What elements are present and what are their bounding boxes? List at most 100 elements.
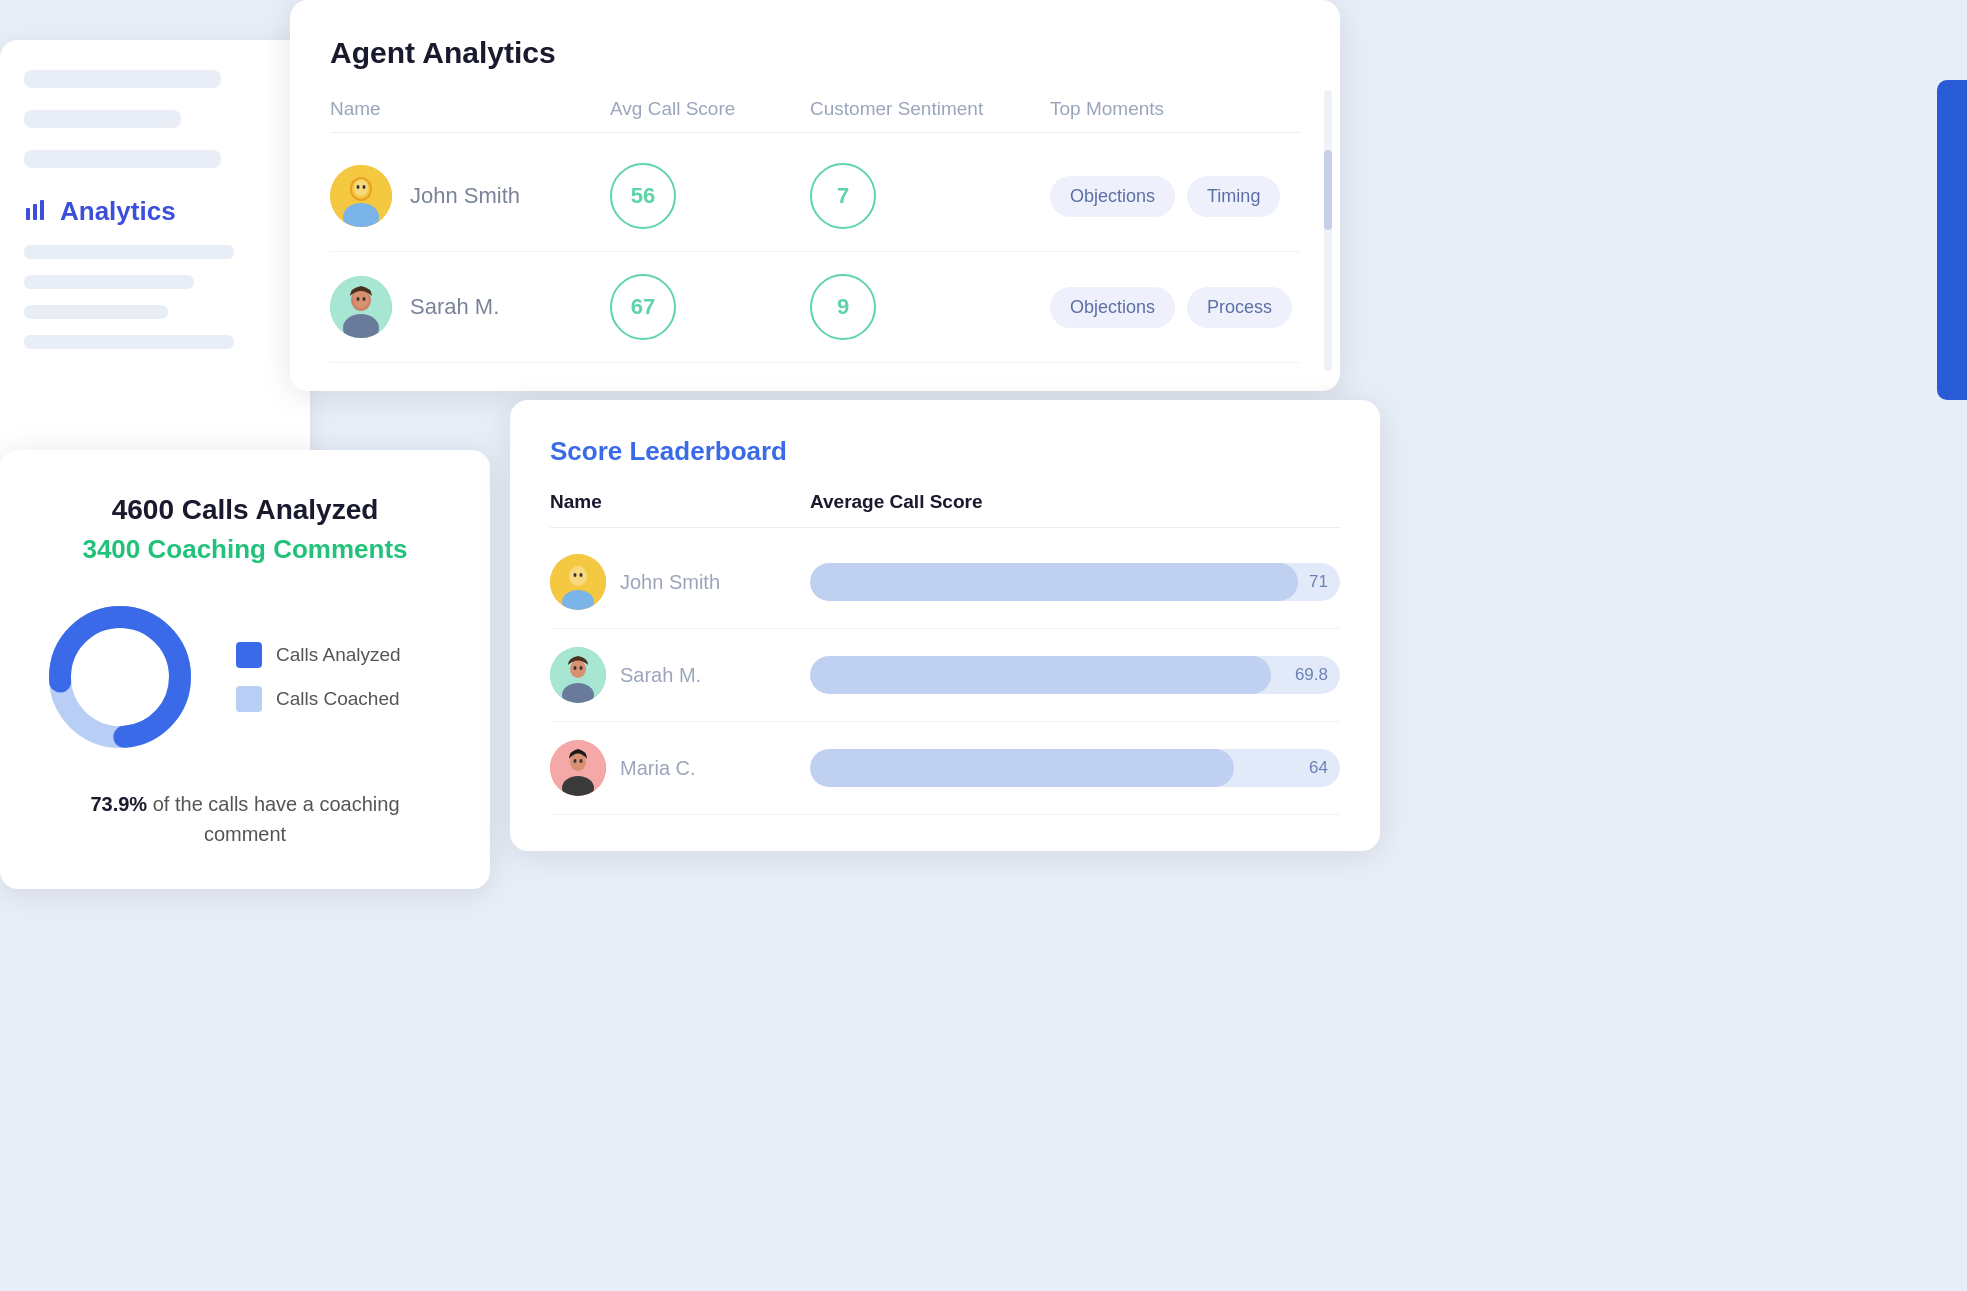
sarah-name: Sarah M.: [410, 294, 499, 320]
lb-john-agent: John Smith: [550, 554, 810, 610]
john-bar-fill: [810, 563, 1298, 601]
col-sentiment: Customer Sentiment: [810, 98, 1050, 120]
svg-point-26: [574, 666, 577, 670]
sarah-sentiment-cell: 9: [810, 274, 1050, 340]
scrollbar-thumb: [1324, 150, 1332, 230]
legend-dot-analyzed: [236, 642, 262, 668]
lb-maria-name: Maria C.: [620, 757, 696, 780]
agent-analytics-card: Agent Analytics Name Avg Call Score Cust…: [290, 0, 1340, 391]
scrollbar-track[interactable]: [1324, 90, 1332, 371]
svg-point-25: [570, 660, 586, 678]
sarah-bar-fill: [810, 656, 1271, 694]
donut-chart: [40, 597, 200, 757]
john-bar-track: 71: [810, 563, 1340, 601]
john-moment-timing: Timing: [1187, 176, 1280, 217]
john-moment-objections: Objections: [1050, 176, 1175, 217]
legend-label-analyzed: Calls Analyzed: [276, 644, 401, 666]
sarah-moment-objections: Objections: [1050, 287, 1175, 328]
svg-point-32: [580, 759, 583, 763]
svg-point-30: [570, 753, 586, 771]
coaching-pct: 73.9%: [90, 793, 147, 815]
analytics-label: Analytics: [60, 196, 176, 227]
lb-john-avatar: [550, 554, 606, 610]
svg-rect-0: [26, 208, 30, 220]
agent-row-sarah: Sarah M. 67 9 Objections Process: [330, 252, 1300, 363]
lb-sarah-avatar: [550, 647, 606, 703]
maria-bar-container: 64: [810, 749, 1340, 787]
lb-row-john: John Smith 71: [550, 536, 1340, 629]
maria-bar-fill: [810, 749, 1234, 787]
lb-maria-agent: Maria C.: [550, 740, 810, 796]
svg-point-22: [580, 573, 583, 577]
john-avatar: [330, 165, 392, 227]
calls-title: 4600 Calls Analyzed: [40, 494, 450, 526]
sarah-bar-track: 69.8: [810, 656, 1340, 694]
john-sentiment-cell: 7: [810, 163, 1050, 229]
john-score-badge: 56: [610, 163, 676, 229]
legend-dot-coached: [236, 686, 262, 712]
lb-maria-avatar: [550, 740, 606, 796]
blue-accent-bar: [1937, 80, 1967, 400]
sidebar-sm-1: [24, 245, 234, 259]
john-bar-value: 71: [1309, 572, 1328, 592]
sarah-score-cell: 67: [610, 274, 810, 340]
lb-row-sarah: Sarah M. 69.8: [550, 629, 1340, 722]
svg-point-7: [354, 180, 368, 196]
sidebar-line-3: [24, 150, 221, 168]
sarah-agent-info: Sarah M.: [330, 276, 610, 338]
maria-bar-track: 64: [810, 749, 1340, 787]
svg-rect-1: [33, 204, 37, 220]
sarah-avatar: [330, 276, 392, 338]
analytics-icon: [24, 198, 48, 226]
chart-legend: Calls Analyzed Calls Coached: [236, 642, 401, 712]
donut-section: Calls Analyzed Calls Coached: [40, 597, 450, 757]
scene: Analytics Agent Analytics Name Avg Call …: [0, 0, 1967, 1291]
sidebar-line-1: [24, 70, 221, 88]
analytics-nav-item[interactable]: Analytics: [24, 196, 286, 227]
svg-point-8: [357, 185, 360, 189]
lb-col-score: Average Call Score: [810, 491, 1340, 513]
lb-col-name: Name: [550, 491, 810, 513]
svg-point-31: [574, 759, 577, 763]
leaderboard-title: Score Leaderboard: [550, 436, 1340, 467]
svg-point-27: [580, 666, 583, 670]
lb-john-name: John Smith: [620, 571, 720, 594]
calls-analyzed-card: 4600 Calls Analyzed 3400 Coaching Commen…: [0, 450, 490, 889]
sidebar-sm-3: [24, 305, 168, 319]
john-bar-container: 71: [810, 563, 1340, 601]
sarah-moments-cell: Objections Process: [1050, 287, 1300, 328]
lb-sarah-name: Sarah M.: [620, 664, 701, 687]
svg-point-14: [357, 297, 360, 301]
col-moments: Top Moments: [1050, 98, 1300, 120]
john-score-cell: 56: [610, 163, 810, 229]
sarah-bar-container: 69.8: [810, 656, 1340, 694]
coaching-stat: 73.9% of the calls have a coachingcommen…: [40, 789, 450, 849]
sidebar-sm-2: [24, 275, 194, 289]
svg-point-15: [363, 297, 366, 301]
john-sentiment-badge: 7: [810, 163, 876, 229]
maria-bar-value: 64: [1309, 758, 1328, 778]
agent-analytics-header: Name Avg Call Score Customer Sentiment T…: [330, 98, 1300, 133]
lb-sarah-agent: Sarah M.: [550, 647, 810, 703]
john-agent-info: John Smith: [330, 165, 610, 227]
sidebar-line-2: [24, 110, 181, 128]
sarah-score-badge: 67: [610, 274, 676, 340]
svg-point-21: [574, 573, 577, 577]
legend-label-coached: Calls Coached: [276, 688, 400, 710]
leaderboard-header: Name Average Call Score: [550, 491, 1340, 528]
john-moments-cell: Objections Timing: [1050, 176, 1300, 217]
sidebar-sm-4: [24, 335, 234, 349]
svg-point-19: [569, 566, 587, 586]
sarah-moment-process: Process: [1187, 287, 1292, 328]
legend-calls-coached: Calls Coached: [236, 686, 401, 712]
agent-analytics-title: Agent Analytics: [330, 36, 1300, 70]
coaching-subtitle: 3400 Coaching Comments: [40, 534, 450, 565]
sarah-sentiment-badge: 9: [810, 274, 876, 340]
col-avg-score: Avg Call Score: [610, 98, 810, 120]
col-name: Name: [330, 98, 610, 120]
legend-calls-analyzed: Calls Analyzed: [236, 642, 401, 668]
svg-point-13: [353, 290, 369, 308]
svg-rect-2: [40, 200, 44, 220]
svg-point-9: [363, 185, 366, 189]
leaderboard-card: Score Leaderboard Name Average Call Scor…: [510, 400, 1380, 851]
